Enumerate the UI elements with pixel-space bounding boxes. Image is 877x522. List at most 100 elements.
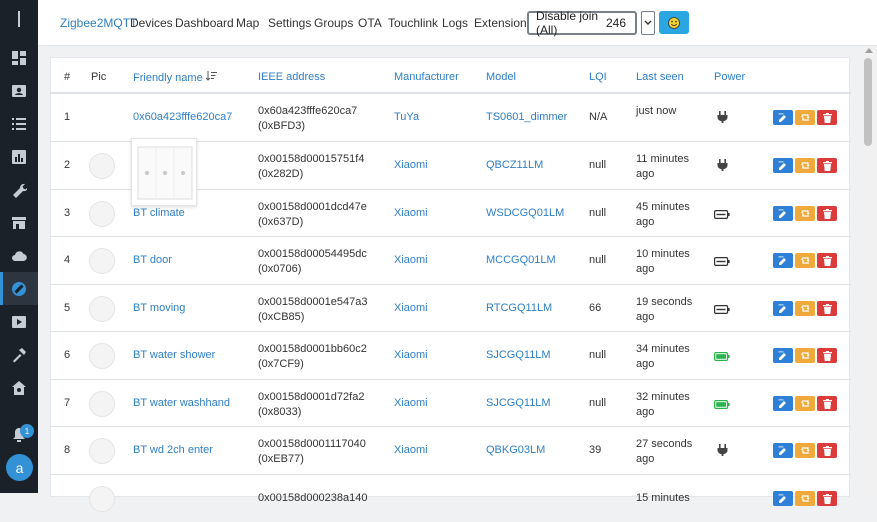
edit-button[interactable]	[773, 491, 793, 506]
brand-link[interactable]: Zigbee2MQTT	[60, 16, 137, 30]
manufacturer-link[interactable]: Xiaomi	[394, 206, 428, 221]
row-actions	[773, 443, 837, 458]
notifications[interactable]: 1	[0, 420, 38, 450]
lqi-value: null	[589, 159, 607, 171]
edit-button[interactable]	[773, 158, 793, 173]
sidebar-toggle[interactable]	[0, 0, 38, 38]
col-header-last-seen[interactable]: Last seen	[636, 71, 684, 83]
nav-ota[interactable]: OTA	[358, 16, 382, 30]
nav-touchlink[interactable]: Touchlink	[388, 16, 438, 30]
reconfigure-button[interactable]	[795, 491, 815, 506]
device-friendly-name[interactable]: BT water shower	[133, 348, 215, 363]
edit-button[interactable]	[773, 110, 793, 125]
reconfigure-button[interactable]	[795, 396, 815, 411]
nav-groups[interactable]: Groups	[314, 16, 353, 30]
contact-card-icon	[12, 84, 26, 97]
delete-button[interactable]	[817, 301, 837, 316]
reconfigure-button[interactable]	[795, 301, 815, 316]
col-header-manufacturer[interactable]: Manufacturer	[394, 71, 459, 83]
device-friendly-name[interactable]: BT climate	[133, 206, 185, 221]
sidebar-item-contacts[interactable]	[0, 74, 38, 107]
row-actions	[773, 491, 837, 506]
manufacturer-link[interactable]: Xiaomi	[394, 158, 428, 173]
avatar[interactable]: a	[6, 454, 33, 481]
model-link[interactable]: TS0601_dimmer	[486, 110, 567, 125]
edit-button[interactable]	[773, 396, 793, 411]
delete-button[interactable]	[817, 348, 837, 363]
retweet-icon	[800, 495, 809, 502]
manufacturer-link[interactable]: Xiaomi	[394, 443, 428, 458]
model-link[interactable]: SJCGQ11LM	[486, 396, 551, 411]
nav-extensions[interactable]: Extensions	[474, 16, 533, 30]
reconfigure-button[interactable]	[795, 206, 815, 221]
model-link[interactable]: SJCGQ11LM	[486, 348, 551, 363]
edit-button[interactable]	[773, 301, 793, 316]
reconfigure-button[interactable]	[795, 110, 815, 125]
edit-button[interactable]	[773, 348, 793, 363]
scroll-up-arrow[interactable]	[865, 48, 873, 53]
join-dropdown-toggle[interactable]	[641, 11, 655, 35]
model-link[interactable]: QBCZ11LM	[486, 158, 543, 173]
nav-map[interactable]: Map	[236, 16, 259, 30]
sidebar-item-zigbee2mqtt[interactable]	[0, 272, 38, 305]
sidebar-item-dashboard[interactable]	[0, 41, 38, 74]
last-seen-line1: just now	[636, 105, 677, 117]
manufacturer-link[interactable]: Xiaomi	[394, 396, 428, 411]
page-scrollbar[interactable]	[861, 46, 877, 493]
delete-button[interactable]	[817, 110, 837, 125]
col-header-power[interactable]: Power	[714, 71, 745, 83]
ieee-address: 0x00158d0001bb60c2 (0x7CF9)	[258, 342, 367, 372]
col-header-ieee[interactable]: IEEE address	[258, 71, 325, 83]
col-header-lqi[interactable]: LQI	[589, 71, 607, 83]
model-link[interactable]: MCCGQ01LM	[486, 253, 556, 268]
col-header-friendly-name[interactable]: Friendly name	[133, 71, 218, 84]
delete-button[interactable]	[817, 396, 837, 411]
reconfigure-button[interactable]	[795, 253, 815, 268]
sidebar-item-list[interactable]	[0, 107, 38, 140]
reconfigure-button[interactable]	[795, 158, 815, 173]
delete-button[interactable]	[817, 491, 837, 506]
sidebar-item-cloud[interactable]	[0, 239, 38, 272]
trash-icon	[822, 255, 832, 266]
manufacturer-link[interactable]: Xiaomi	[394, 301, 428, 316]
device-friendly-name[interactable]: BT moving	[133, 301, 185, 316]
sidebar-item-settings[interactable]	[0, 371, 38, 404]
theme-button[interactable]	[659, 11, 689, 34]
nav-settings[interactable]: Settings	[268, 16, 311, 30]
delete-button[interactable]	[817, 443, 837, 458]
scroll-thumb[interactable]	[864, 58, 872, 146]
list-icon	[12, 117, 26, 130]
col-header-model[interactable]: Model	[486, 71, 516, 83]
sidebar-item-developer[interactable]	[0, 338, 38, 371]
nav-devices[interactable]: Devices	[130, 16, 173, 30]
device-friendly-name[interactable]: BT door	[133, 253, 172, 268]
reconfigure-button[interactable]	[795, 348, 815, 363]
delete-button[interactable]	[817, 158, 837, 173]
model-link[interactable]: RTCGQ11LM	[486, 301, 552, 316]
nav-logs[interactable]: Logs	[442, 16, 468, 30]
delete-button[interactable]	[817, 206, 837, 221]
delete-button[interactable]	[817, 253, 837, 268]
model-link[interactable]: WSDCGQ01LM	[486, 206, 564, 221]
edit-button[interactable]	[773, 443, 793, 458]
model-link[interactable]: QBKG03LM	[486, 443, 545, 458]
disable-join-button[interactable]: Disable join (All) 246	[527, 9, 637, 37]
sidebar-item-store[interactable]	[0, 206, 38, 239]
device-friendly-name[interactable]: 0x60a423fffe620ca7	[133, 110, 232, 125]
sidebar-item-tools[interactable]	[0, 173, 38, 206]
manufacturer-link[interactable]: Xiaomi	[394, 348, 428, 363]
sidebar-item-charts[interactable]	[0, 140, 38, 173]
sidebar-item-media[interactable]	[0, 305, 38, 338]
cloud-icon	[12, 250, 27, 261]
manufacturer-link[interactable]: TuYa	[394, 110, 419, 125]
device-friendly-name[interactable]: BT water washhand	[133, 396, 230, 411]
manufacturer-link[interactable]: Xiaomi	[394, 253, 428, 268]
device-friendly-name[interactable]: BT wd 2ch enter	[133, 443, 213, 458]
edit-button[interactable]	[773, 206, 793, 221]
table-row: 0x00158d000238a140 15 minutes	[51, 474, 851, 522]
edit-button[interactable]	[773, 253, 793, 268]
ieee-hex: 0x00158d0001e547a3	[258, 296, 368, 308]
nav-dashboard[interactable]: Dashboard	[175, 16, 234, 30]
reconfigure-button[interactable]	[795, 443, 815, 458]
network-address: (0xCB85)	[258, 311, 305, 323]
